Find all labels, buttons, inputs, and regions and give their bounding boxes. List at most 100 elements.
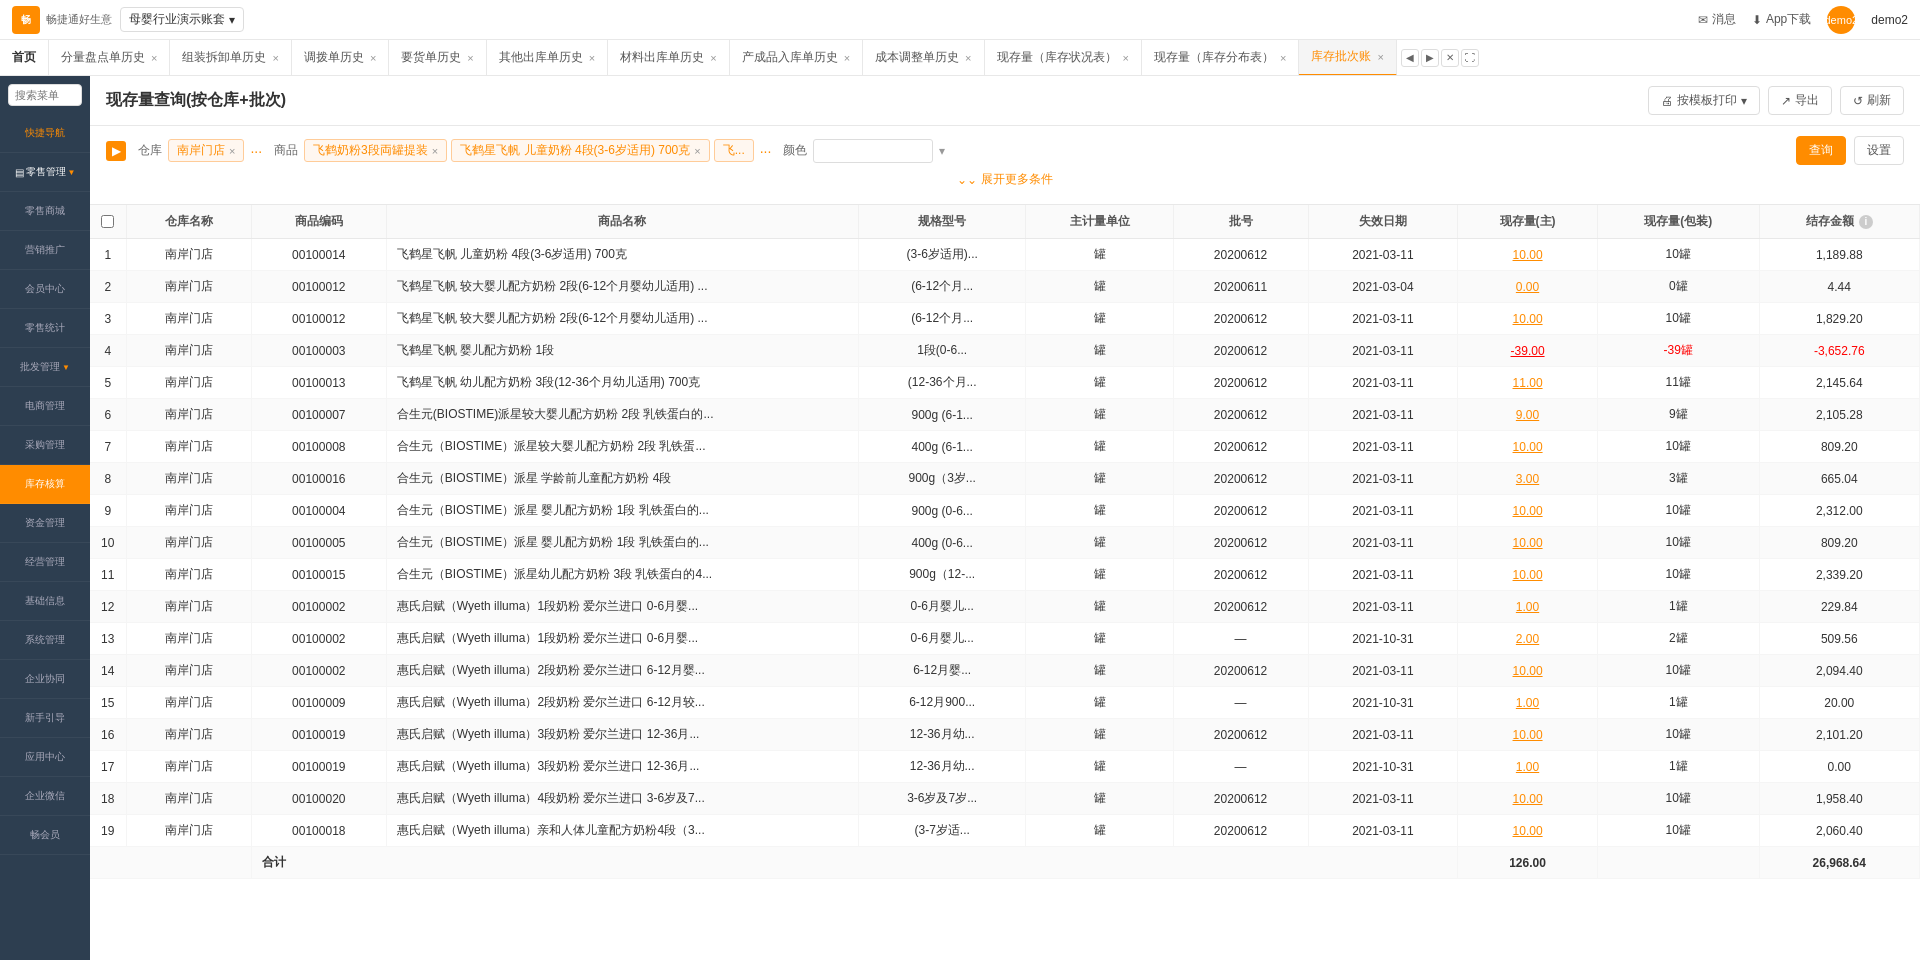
- sidebar-item-quick-nav[interactable]: 快捷导航: [0, 114, 90, 153]
- tab-3[interactable]: 调拨单历史 ×: [292, 40, 389, 76]
- tab-home-label: 首页: [12, 49, 36, 66]
- expand-more-conditions[interactable]: ⌄⌄ 展开更多条件: [106, 165, 1904, 194]
- cell-stock-main[interactable]: 9.00: [1458, 399, 1598, 431]
- tab-8[interactable]: 成本调整单历史 ×: [863, 40, 984, 76]
- sidebar-item-members[interactable]: 会员中心: [0, 270, 90, 309]
- tab-maximize[interactable]: ⛶: [1461, 49, 1479, 67]
- sidebar-item-ecommerce[interactable]: 电商管理: [0, 387, 90, 426]
- message-action[interactable]: ✉ 消息: [1698, 11, 1736, 28]
- sidebar-item-finance[interactable]: 资金管理: [0, 504, 90, 543]
- tab-10-close[interactable]: ×: [1280, 52, 1286, 64]
- cell-stock-main[interactable]: 1.00: [1458, 687, 1598, 719]
- warehouse-tag-0-close[interactable]: ×: [229, 145, 235, 157]
- cell-stock-main[interactable]: 10.00: [1458, 719, 1598, 751]
- sidebar-item-basic-info[interactable]: 基础信息: [0, 582, 90, 621]
- product-tag-1[interactable]: 飞鹤星飞帆 儿童奶粉 4段(3-6岁适用) 700克 ×: [451, 139, 709, 162]
- tab-2-close[interactable]: ×: [272, 52, 278, 64]
- cell-stock-main[interactable]: 0.00: [1458, 271, 1598, 303]
- tab-3-close[interactable]: ×: [370, 52, 376, 64]
- tab-1[interactable]: 分量盘点单历史 ×: [49, 40, 170, 76]
- cell-stock-main[interactable]: 1.00: [1458, 591, 1598, 623]
- tab-6-close[interactable]: ×: [710, 52, 716, 64]
- select-all-checkbox[interactable]: [101, 215, 114, 228]
- sidebar-item-enterprise[interactable]: 企业协同: [0, 660, 90, 699]
- cell-stock-main[interactable]: 10.00: [1458, 239, 1598, 271]
- cell-stock-main[interactable]: 2.00: [1458, 623, 1598, 655]
- sidebar-item-system[interactable]: 系统管理: [0, 621, 90, 660]
- export-button[interactable]: ↗ 导出: [1768, 86, 1832, 115]
- cell-balance: 20.00: [1759, 687, 1919, 719]
- download-action[interactable]: ⬇ App下载: [1752, 11, 1811, 28]
- sidebar-item-guide[interactable]: 新手引导: [0, 699, 90, 738]
- sidebar-item-purchase[interactable]: 采购管理: [0, 426, 90, 465]
- tab-next-arrow[interactable]: ▶: [1421, 49, 1439, 67]
- cell-stock-main[interactable]: 10.00: [1458, 655, 1598, 687]
- settings-button[interactable]: 设置: [1854, 136, 1904, 165]
- tab-7[interactable]: 产成品入库单历史 ×: [730, 40, 863, 76]
- tab-9[interactable]: 现存量（库存状况表） ×: [985, 40, 1142, 76]
- tab-home[interactable]: 首页: [0, 40, 49, 76]
- sidebar-item-retail-mgmt[interactable]: ▤ 零售管理 ▼: [0, 153, 90, 192]
- cell-stock-main[interactable]: 10.00: [1458, 527, 1598, 559]
- tab-7-close[interactable]: ×: [844, 52, 850, 64]
- tab-1-close[interactable]: ×: [151, 52, 157, 64]
- sidebar-item-app-center[interactable]: 应用中心: [0, 738, 90, 777]
- tab-2[interactable]: 组装拆卸单历史 ×: [170, 40, 291, 76]
- balance-info-icon[interactable]: i: [1859, 215, 1873, 229]
- expand-filter-button[interactable]: ▶: [106, 141, 126, 161]
- cell-stock-main[interactable]: 11.00: [1458, 367, 1598, 399]
- quick-nav-label: 快捷导航: [6, 126, 84, 140]
- product-tag-0-close[interactable]: ×: [432, 145, 438, 157]
- cell-stock-main[interactable]: 10.00: [1458, 303, 1598, 335]
- query-button[interactable]: 查询: [1796, 136, 1846, 165]
- tab-11-close[interactable]: ×: [1377, 51, 1383, 63]
- tab-5-close[interactable]: ×: [589, 52, 595, 64]
- warehouse-tag-0[interactable]: 南岸门店 ×: [168, 139, 244, 162]
- tab-10[interactable]: 现存量（库存分布表） ×: [1142, 40, 1299, 76]
- sidebar-item-operations[interactable]: 经营管理: [0, 543, 90, 582]
- sidebar-item-marketing[interactable]: 营销推广: [0, 231, 90, 270]
- sidebar-item-retail-stats[interactable]: 零售统计: [0, 309, 90, 348]
- cell-stock-main[interactable]: 10.00: [1458, 495, 1598, 527]
- print-button[interactable]: 🖨 按模板打印 ▾: [1648, 86, 1760, 115]
- cell-stock-main[interactable]: 10.00: [1458, 431, 1598, 463]
- tab-6[interactable]: 材料出库单历史 ×: [608, 40, 729, 76]
- warehouse-more-dots[interactable]: ···: [250, 143, 262, 159]
- tab-4[interactable]: 要货单历史 ×: [389, 40, 486, 76]
- tab-8-close[interactable]: ×: [965, 52, 971, 64]
- sidebar-item-wechat[interactable]: 企业微信: [0, 777, 90, 816]
- product-tag-0[interactable]: 飞鹤奶粉3段両罐提装 ×: [304, 139, 447, 162]
- tab-5[interactable]: 其他出库单历史 ×: [487, 40, 608, 76]
- cell-index: 7: [90, 431, 126, 463]
- color-filter-label: 颜色: [783, 142, 807, 159]
- sidebar-item-member-program[interactable]: 畅会员: [0, 816, 90, 855]
- refresh-label: 刷新: [1867, 92, 1891, 109]
- sidebar-item-inventory[interactable]: 库存核算: [0, 465, 90, 504]
- cell-stock-main[interactable]: 10.00: [1458, 815, 1598, 847]
- expand-more-label: 展开更多条件: [981, 171, 1053, 188]
- cell-stock-main[interactable]: -39.00: [1458, 335, 1598, 367]
- sidebar-item-wholesale[interactable]: 批发管理 ▼: [0, 348, 90, 387]
- store-selector[interactable]: 母婴行业演示账套 ▾: [120, 7, 244, 32]
- cell-stock-main[interactable]: 1.00: [1458, 751, 1598, 783]
- cell-stock-main[interactable]: 10.00: [1458, 783, 1598, 815]
- tab-close-all[interactable]: ✕: [1441, 49, 1459, 67]
- tab-bar: 首页 分量盘点单历史 × 组装拆卸单历史 × 调拨单历史 × 要货单历史 × 其…: [0, 40, 1920, 76]
- cell-stock-main[interactable]: 10.00: [1458, 559, 1598, 591]
- product-more-tag[interactable]: 飞...: [714, 139, 754, 162]
- avatar[interactable]: demo2: [1827, 6, 1855, 34]
- cell-stock-main[interactable]: 3.00: [1458, 463, 1598, 495]
- product-more-dots[interactable]: ···: [760, 143, 772, 159]
- cell-spec: (3-6岁适用)...: [858, 239, 1026, 271]
- tab-9-close[interactable]: ×: [1123, 52, 1129, 64]
- product-tag-1-close[interactable]: ×: [694, 145, 700, 157]
- tab-11[interactable]: 库存批次账 ×: [1299, 40, 1396, 76]
- download-icon: ⬇: [1752, 13, 1762, 27]
- sidebar-item-retail-mall[interactable]: 零售商城: [0, 192, 90, 231]
- th-unit: 主计量单位: [1026, 205, 1173, 239]
- tab-4-close[interactable]: ×: [467, 52, 473, 64]
- tab-prev-arrow[interactable]: ◀: [1401, 49, 1419, 67]
- color-input[interactable]: [813, 139, 933, 163]
- search-input[interactable]: [8, 84, 82, 106]
- refresh-button[interactable]: ↺ 刷新: [1840, 86, 1904, 115]
